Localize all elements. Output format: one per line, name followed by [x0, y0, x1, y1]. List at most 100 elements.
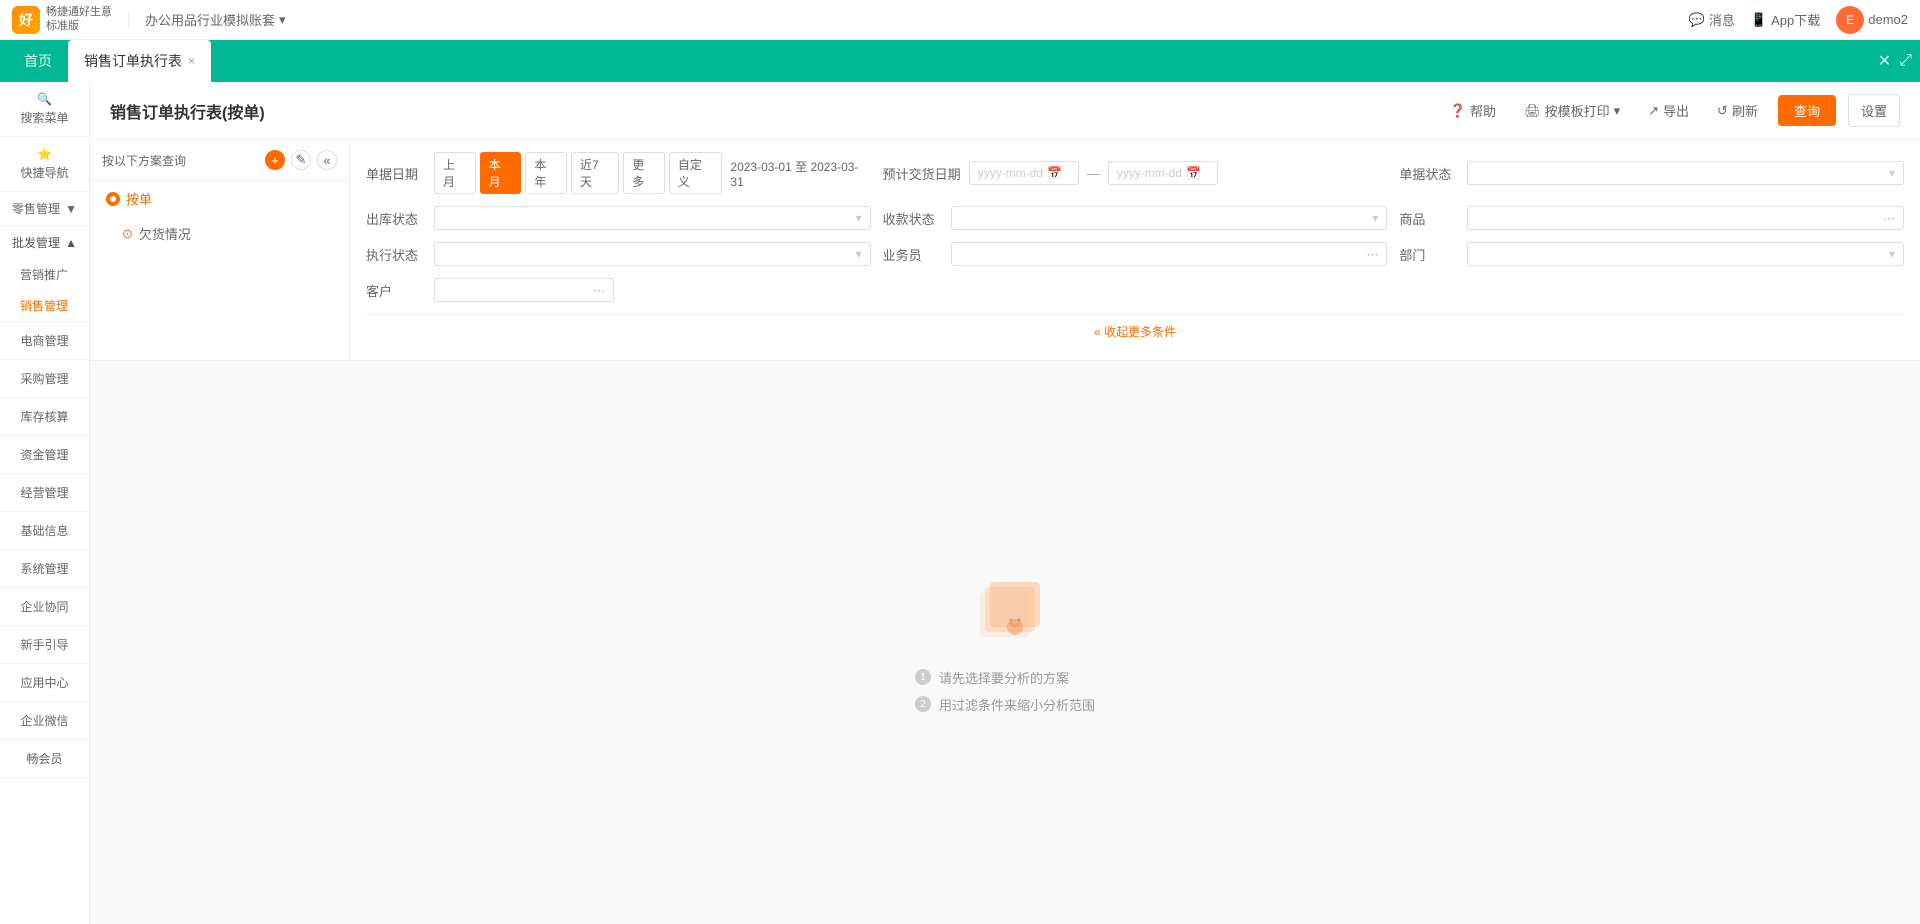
- tab-sales-order[interactable]: 销售订单执行表 ×: [68, 40, 211, 82]
- edit-scheme-button[interactable]: ✎: [291, 150, 311, 170]
- sidebar-item-finance[interactable]: 资金管理: [0, 436, 89, 474]
- salesperson-more-icon[interactable]: ···: [1366, 247, 1378, 261]
- customer-more-icon[interactable]: ···: [593, 283, 605, 297]
- nav-tabs: 首页 销售订单执行表 × ✕ ⤢: [0, 40, 1920, 82]
- goods-more-icon[interactable]: ···: [1883, 211, 1895, 225]
- sidebar-item-marketing[interactable]: 营销推广: [0, 259, 89, 290]
- sidebar-item-ecommerce[interactable]: 电商管理: [0, 322, 89, 360]
- goods-select[interactable]: ···: [1467, 206, 1904, 230]
- date-btn-7days[interactable]: 近7天: [571, 152, 619, 194]
- sidebar-item-wechat[interactable]: 企业微信: [0, 702, 89, 740]
- tab-expand-icon[interactable]: ⤢: [1899, 52, 1912, 70]
- print-arrow-icon: ▾: [1614, 103, 1621, 119]
- date-options: 上月 本月 本年 近7天 更多 自定义: [434, 152, 722, 194]
- tab-home[interactable]: 首页: [8, 40, 68, 82]
- clock-icon: ⊙: [122, 226, 133, 242]
- top-bar-left: 好 畅捷通好生意 标准版 办公用品行业模拟账套 ▾: [12, 6, 286, 34]
- sidebar-item-purchase[interactable]: 采购管理: [0, 360, 89, 398]
- filter-group-salesperson: 业务员 ···: [883, 242, 1388, 266]
- sidebar-item-member[interactable]: 畅会员: [0, 740, 89, 778]
- dept-select[interactable]: ▾: [1467, 242, 1904, 266]
- avatar: E: [1836, 6, 1864, 34]
- export-button[interactable]: ↗ 导出: [1640, 97, 1697, 124]
- scheme-item-按单[interactable]: 按单: [90, 181, 349, 216]
- filter-group-receipt-status: 收款状态 ▾: [883, 206, 1388, 230]
- salesperson-label: 业务员: [883, 245, 943, 264]
- receipt-status-arrow-icon: ▾: [1372, 211, 1378, 225]
- receipt-status-label: 收款状态: [883, 209, 943, 228]
- dept-label: 部门: [1399, 245, 1459, 264]
- refresh-button[interactable]: ↺ 刷新: [1709, 97, 1766, 124]
- empty-tip-1: 1 请先选择要分析的方案: [915, 668, 1095, 687]
- sidebar-item-operations[interactable]: 经营管理: [0, 474, 89, 512]
- expected-date-end[interactable]: yyyy-mm-dd 📅: [1108, 161, 1218, 185]
- sidebar-item-retail[interactable]: 零售管理 ▼: [0, 192, 89, 226]
- date-btn-last-month[interactable]: 上月: [434, 152, 476, 194]
- scheme-panel: 按以下方案查询 + ✎ « 按单 ⊙: [90, 140, 350, 360]
- print-template-button[interactable]: 🖨 按模板打印 ▾: [1516, 97, 1628, 124]
- print-icon: 🖨: [1524, 103, 1541, 119]
- add-scheme-button[interactable]: +: [265, 150, 285, 170]
- date-btn-this-year[interactable]: 本年: [525, 152, 567, 194]
- scheme-child-欠货情况[interactable]: ⊙ 欠货情况: [90, 216, 349, 251]
- receipt-status-select[interactable]: ▾: [951, 206, 1388, 230]
- app-download-button[interactable]: 📱 App下载: [1751, 10, 1820, 29]
- sidebar-item-quicknav[interactable]: ⭐ 快捷导航: [0, 137, 89, 192]
- refresh-icon: ↺: [1717, 103, 1728, 119]
- top-bar: 好 畅捷通好生意 标准版 办公用品行业模拟账套 ▾ 💬 消息 📱 App下载 E…: [0, 0, 1920, 40]
- customer-select[interactable]: ···: [434, 278, 614, 302]
- scheme-actions: + ✎ «: [265, 150, 337, 170]
- chevron-down-icon: ▼: [65, 202, 77, 216]
- date-btn-more[interactable]: 更多: [623, 152, 665, 194]
- logo-text: 畅捷通好生意 标准版: [46, 6, 112, 32]
- content-area: 销售订单执行表(按单) ❓ 帮助 🖨 按模板打印 ▾ ↗ 导出 ↺ 刷新: [90, 82, 1920, 924]
- logo-icon: 好: [12, 6, 40, 34]
- tab-close-window-icon[interactable]: ✕: [1878, 51, 1891, 71]
- settings-button[interactable]: 设置: [1848, 94, 1900, 127]
- date-btn-custom[interactable]: 自定义: [669, 152, 722, 194]
- exec-status-select[interactable]: ▾: [434, 242, 871, 266]
- sidebar-item-inventory[interactable]: 库存核算: [0, 398, 89, 436]
- sidebar-item-system[interactable]: 系统管理: [0, 550, 89, 588]
- date-label: 单据日期: [366, 164, 426, 183]
- sidebar-item-basic[interactable]: 基础信息: [0, 512, 89, 550]
- filter-group-goods: 商品 ···: [1399, 206, 1904, 230]
- sidebar-item-newbie[interactable]: 新手引导: [0, 626, 89, 664]
- message-icon: 💬: [1689, 12, 1705, 28]
- search-icon: 🔍: [37, 92, 52, 106]
- out-status-arrow-icon: ▾: [856, 211, 862, 225]
- query-button[interactable]: 查询: [1778, 95, 1836, 126]
- breadcrumb[interactable]: 办公用品行业模拟账套 ▾: [145, 10, 286, 29]
- star-icon: ⭐: [37, 147, 52, 161]
- active-scheme-dot: [106, 192, 120, 206]
- logo-area: 好 畅捷通好生意 标准版: [12, 6, 112, 34]
- sidebar-wholesale-section: 批发管理 ▲ 营销推广 销售管理: [0, 226, 89, 322]
- nav-tabs-left: 首页 销售订单执行表 ×: [8, 40, 211, 82]
- calendar-end-icon: 📅: [1186, 166, 1201, 180]
- filter-row-3: 执行状态 ▾ 业务员 ···: [366, 242, 1904, 266]
- empty-tip-2: 2 用过滤条件来缩小分析范围: [915, 695, 1095, 714]
- tab-close-icon[interactable]: ×: [188, 54, 195, 68]
- sidebar-item-appstore[interactable]: 应用中心: [0, 664, 89, 702]
- status-select[interactable]: ▾: [1467, 161, 1904, 185]
- calendar-start-icon: 📅: [1047, 166, 1062, 180]
- message-button[interactable]: 💬 消息: [1689, 10, 1735, 29]
- sidebar-item-enterprise[interactable]: 企业协同: [0, 588, 89, 626]
- filter-inner: 按以下方案查询 + ✎ « 按单 ⊙: [90, 140, 1920, 360]
- chevron-up-icon: ▲: [65, 236, 77, 250]
- date-dash: —: [1087, 166, 1100, 181]
- collapse-scheme-button[interactable]: «: [317, 150, 337, 170]
- user-menu[interactable]: E demo2: [1836, 6, 1908, 34]
- salesperson-select[interactable]: ···: [951, 242, 1388, 266]
- collapse-filters-button[interactable]: « 收起更多条件: [366, 314, 1904, 348]
- filter-right-panel: 单据日期 上月 本月 本年 近7天 更多 自定义 2023-03-01 至 20…: [350, 140, 1920, 360]
- expected-date-start[interactable]: yyyy-mm-dd 📅: [969, 161, 1079, 185]
- sidebar-item-wholesale[interactable]: 批发管理 ▲: [0, 226, 89, 259]
- phone-icon: 📱: [1751, 12, 1767, 28]
- sidebar-item-sales[interactable]: 销售管理: [0, 290, 89, 321]
- main-layout: 🔍 搜索菜单 ⭐ 快捷导航 零售管理 ▼ 批发管理 ▲ 营销推广 销售管理 电商…: [0, 82, 1920, 924]
- date-btn-this-month[interactable]: 本月: [480, 152, 522, 194]
- sidebar-item-search[interactable]: 🔍 搜索菜单: [0, 82, 89, 137]
- help-button[interactable]: ❓ 帮助: [1442, 97, 1504, 124]
- out-status-select[interactable]: ▾: [434, 206, 871, 230]
